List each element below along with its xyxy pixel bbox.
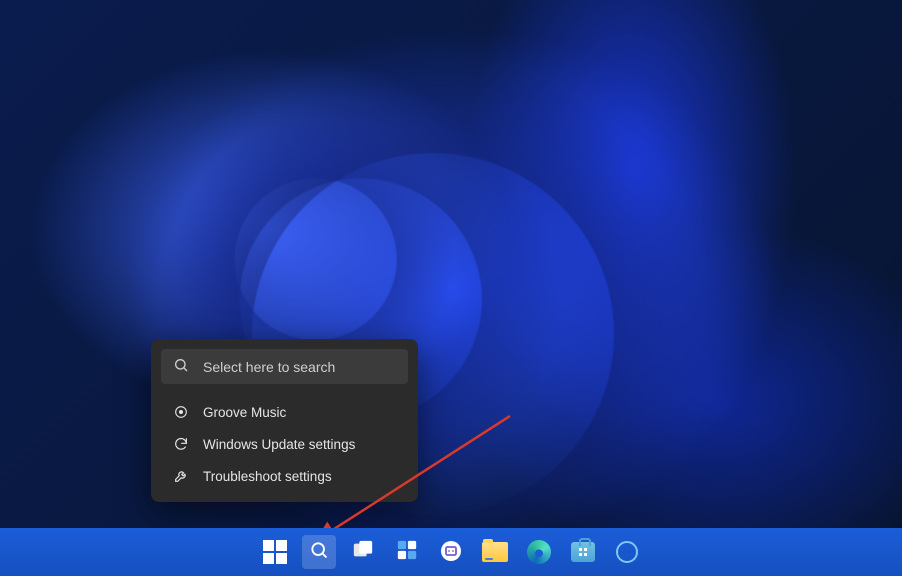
- taskbar-cortana[interactable]: [610, 535, 644, 569]
- desktop-wallpaper: [0, 0, 902, 576]
- search-suggestion-label: Troubleshoot settings: [203, 469, 332, 484]
- edge-icon: [527, 540, 551, 564]
- search-suggestion-windows-update[interactable]: Windows Update settings: [161, 428, 408, 460]
- cortana-icon: [616, 541, 638, 563]
- widgets-icon: [396, 539, 418, 566]
- taskbar-start[interactable]: [258, 535, 292, 569]
- taskbar-search[interactable]: [302, 535, 336, 569]
- search-suggestion-label: Groove Music: [203, 405, 286, 420]
- wrench-icon: [173, 468, 189, 484]
- taskbar-widgets[interactable]: [390, 535, 424, 569]
- search-icon: [309, 540, 329, 565]
- search-suggestion-groove-music[interactable]: Groove Music: [161, 396, 408, 428]
- search-icon: [173, 357, 189, 376]
- taskbar-file-explorer[interactable]: [478, 535, 512, 569]
- store-icon: [571, 542, 595, 562]
- folder-icon: [482, 542, 508, 562]
- refresh-icon: [173, 436, 189, 452]
- taskbar: [0, 528, 902, 576]
- taskbar-task-view[interactable]: [346, 535, 380, 569]
- taskbar-chat[interactable]: [434, 535, 468, 569]
- search-suggestion-troubleshoot[interactable]: Troubleshoot settings: [161, 460, 408, 492]
- groove-music-icon: [173, 404, 189, 420]
- taskbar-edge[interactable]: [522, 535, 556, 569]
- taskbar-store[interactable]: [566, 535, 600, 569]
- task-view-icon: [352, 539, 374, 566]
- search-input-box[interactable]: Select here to search: [161, 349, 408, 384]
- search-flyout: Select here to search Groove Music Windo…: [151, 339, 418, 502]
- chat-icon: [439, 540, 463, 564]
- search-placeholder: Select here to search: [203, 359, 335, 375]
- windows-logo-icon: [263, 540, 287, 564]
- search-suggestion-label: Windows Update settings: [203, 437, 355, 452]
